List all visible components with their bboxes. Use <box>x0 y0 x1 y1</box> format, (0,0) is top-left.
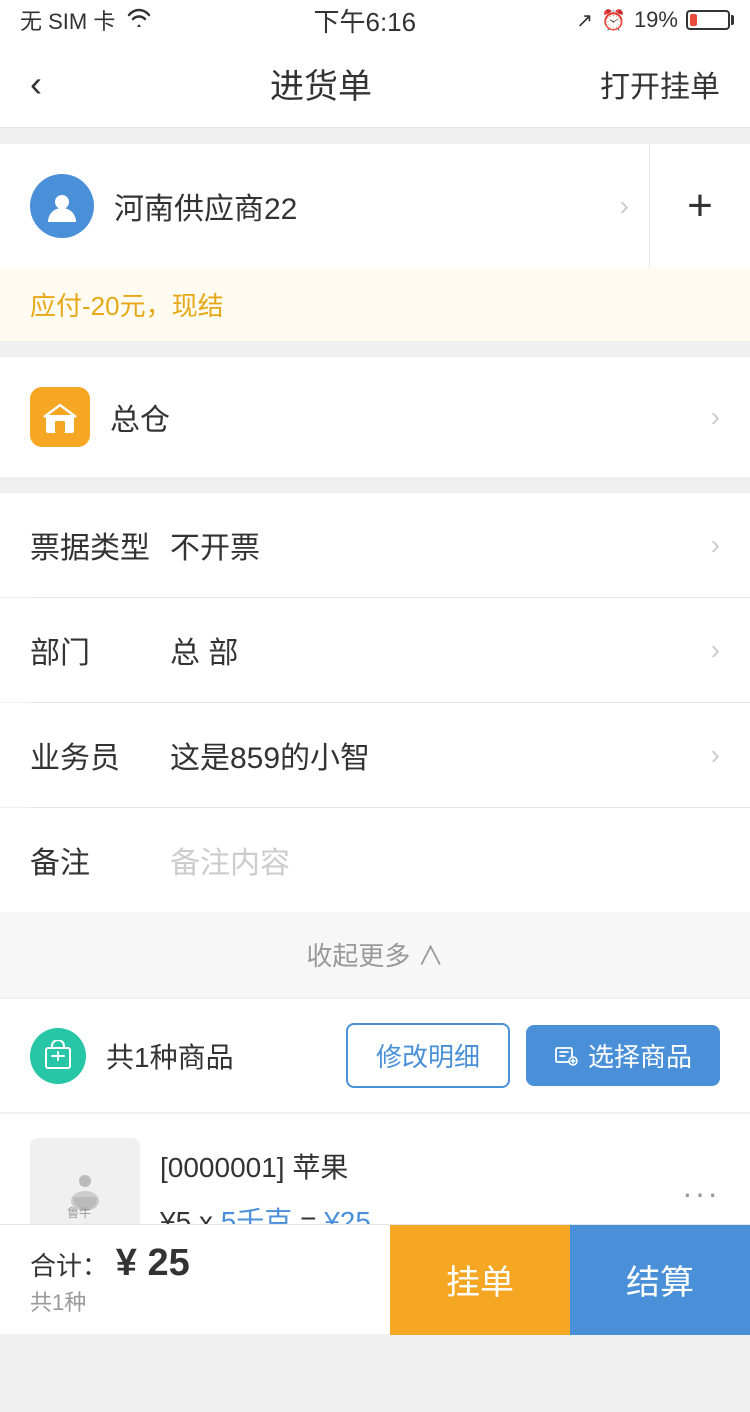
invoice-chevron-icon: › <box>711 529 720 561</box>
select-product-button[interactable]: 选择商品 <box>526 1025 720 1086</box>
back-button[interactable]: ‹ <box>30 63 42 105</box>
wifi-icon <box>125 6 153 34</box>
invoice-type-row[interactable]: 票据类型 不开票 › <box>0 493 750 597</box>
modify-detail-button[interactable]: 修改明细 <box>346 1023 510 1088</box>
supplier-avatar <box>30 174 94 238</box>
salesperson-label: 业务员 <box>30 733 170 777</box>
bottom-bar: 合计： ¥ 25 共1种 挂单 结算 <box>0 1224 750 1334</box>
department-label: 部门 <box>30 628 170 672</box>
supplier-selector[interactable]: 河南供应商22 › <box>0 144 650 268</box>
remark-row[interactable]: 备注 备注内容 <box>0 808 750 912</box>
nav-bar: ‹ 进货单 打开挂单 <box>0 40 750 128</box>
hold-order-button[interactable]: 挂单 <box>390 1225 570 1335</box>
status-time: 下午6:16 <box>314 2 417 39</box>
department-chevron-icon: › <box>711 634 720 666</box>
add-supplier-button[interactable]: + <box>650 181 750 231</box>
invoice-type-value: 不开票 <box>170 523 701 567</box>
location-icon: ↗ <box>576 8 593 33</box>
supplier-name: 河南供应商22 <box>114 184 610 228</box>
department-row[interactable]: 部门 总 部 › <box>0 598 750 702</box>
total-amount: ¥ 25 <box>116 1242 190 1284</box>
products-header: 共1种商品 修改明细 选择商品 <box>0 999 750 1112</box>
status-left: 无 SIM 卡 <box>20 4 153 36</box>
select-product-label: 选择商品 <box>588 1037 692 1074</box>
divider-2 <box>0 341 750 357</box>
divider-3 <box>0 477 750 493</box>
page-title: 进货单 <box>270 59 372 108</box>
supplier-chevron-icon: › <box>620 190 629 222</box>
products-icon <box>30 1028 86 1084</box>
salesperson-row[interactable]: 业务员 这是859的小智 › <box>0 703 750 807</box>
total-label: 合计： <box>30 1251 108 1281</box>
remark-label: 备注 <box>30 838 170 882</box>
total-row: 合计： ¥ 25 <box>30 1242 360 1285</box>
alarm-icon: ⏰ <box>601 8 626 33</box>
supplier-section: 河南供应商22 › + <box>0 144 750 268</box>
product-more-button[interactable]: ··· <box>682 1175 720 1212</box>
salesperson-chevron-icon: › <box>711 739 720 771</box>
battery-percent: 19% <box>634 7 678 33</box>
warehouse-selector[interactable]: 总仓 › <box>0 357 750 477</box>
invoice-type-label: 票据类型 <box>30 523 170 567</box>
divider-1 <box>0 128 750 144</box>
supplier-notice: 应付-20元，现结 <box>0 268 750 341</box>
products-count: 共1种商品 <box>106 1036 346 1076</box>
department-value: 总 部 <box>170 628 701 672</box>
carrier-text: 无 SIM 卡 <box>20 4 115 36</box>
status-bar: 无 SIM 卡 下午6:16 ↗ ⏰ 19% <box>0 0 750 40</box>
salesperson-value: 这是859的小智 <box>170 733 701 777</box>
checkout-button[interactable]: 结算 <box>570 1225 750 1335</box>
battery-icon <box>686 10 730 30</box>
svg-text:鲁牛: 鲁牛 <box>67 1205 91 1220</box>
total-count: 共1种 <box>30 1285 360 1317</box>
warehouse-name: 总仓 <box>110 395 701 439</box>
collapse-label: 收起更多 ∧ <box>306 936 443 973</box>
content-area: 河南供应商22 › + 应付-20元，现结 总仓 › 票据类型 不开票 › 部门… <box>0 128 750 1412</box>
remark-input[interactable]: 备注内容 <box>170 838 720 882</box>
product-name: [0000001] 苹果 <box>160 1146 662 1186</box>
collapse-bar[interactable]: 收起更多 ∧ <box>0 912 750 997</box>
status-right: ↗ ⏰ 19% <box>576 7 730 33</box>
warehouse-chevron-icon: › <box>711 401 720 433</box>
warehouse-icon <box>30 387 90 447</box>
total-section: 合计： ¥ 25 共1种 <box>0 1242 390 1317</box>
open-hold-button[interactable]: 打开挂单 <box>600 62 720 106</box>
